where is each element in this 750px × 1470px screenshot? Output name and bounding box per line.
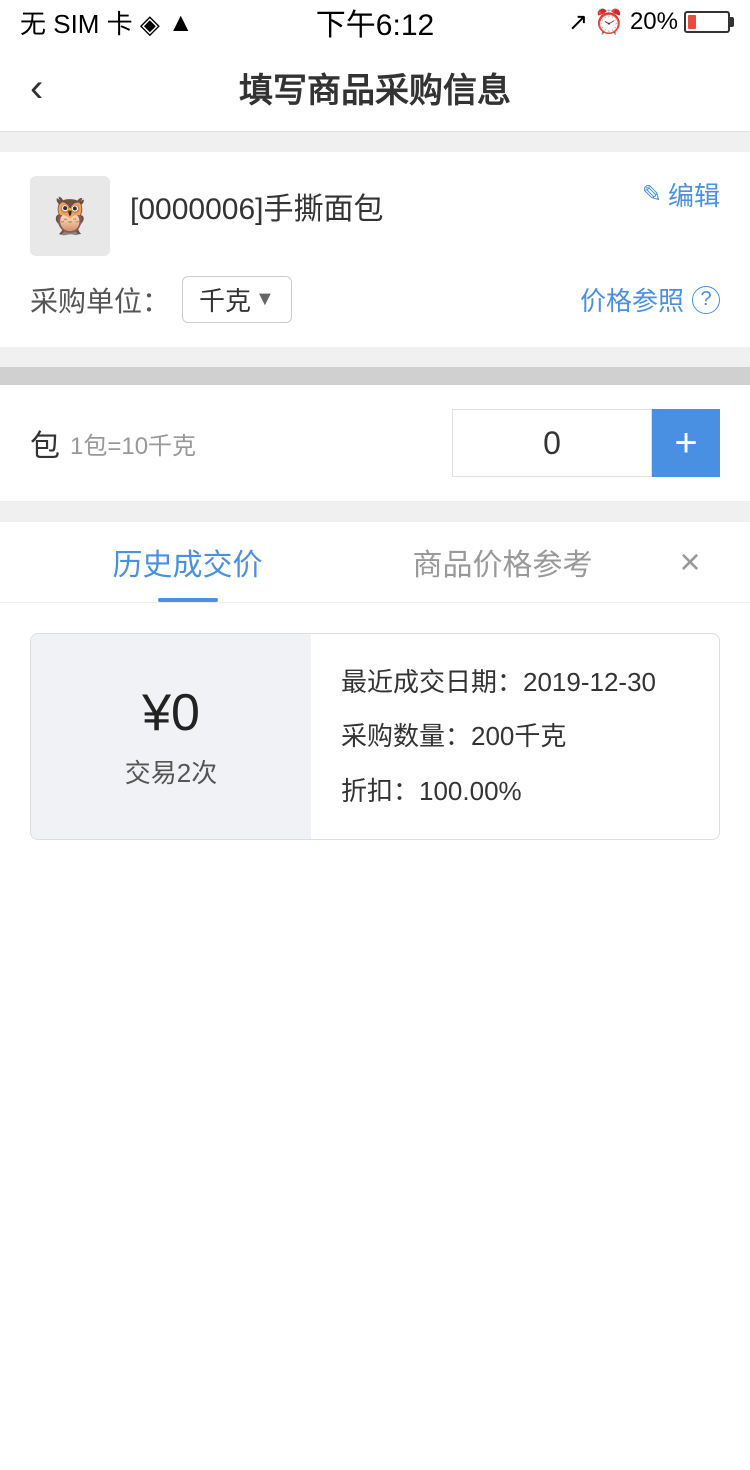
unit-label: 采购单位： <box>30 280 170 320</box>
status-time: 下午6:12 <box>316 0 434 44</box>
quantity-input[interactable] <box>452 409 652 477</box>
battery-icon <box>684 11 730 33</box>
section-divider <box>0 367 750 385</box>
quantity-detail-value: 200千克 <box>471 721 566 751</box>
wifi-icon: ▲ <box>168 7 194 38</box>
tab-product-price-ref[interactable]: 商品价格参考 <box>345 522 660 602</box>
page-title: 填写商品采购信息 <box>239 63 511 112</box>
recent-date-label: 最近成交日期： <box>341 667 523 697</box>
price-transactions: 交易2次 <box>125 753 217 790</box>
price-currency: ¥ <box>142 684 171 742</box>
back-button[interactable]: ‹ <box>30 68 43 108</box>
recent-date-row: 最近成交日期：2019-12-30 <box>341 664 689 700</box>
sim-label: 无 SIM 卡 ◈ <box>20 4 160 41</box>
help-text: ? <box>700 288 711 311</box>
price-card: ¥0 交易2次 最近成交日期：2019-12-30 采购数量：200千克 折扣：… <box>30 633 720 840</box>
discount-value: 100.00% <box>419 776 522 806</box>
unit-left: 采购单位： 千克 ▼ <box>30 276 292 323</box>
price-card-left: ¥0 交易2次 <box>31 634 311 839</box>
help-icon[interactable]: ? <box>692 286 720 314</box>
tab-section: 历史成交价 商品价格参考 × ¥0 交易2次 最近成交日期：2019-12-30… <box>0 522 750 870</box>
pkg-conversion: 1包=10千克 <box>70 426 196 461</box>
price-card-container: ¥0 交易2次 最近成交日期：2019-12-30 采购数量：200千克 折扣：… <box>0 603 750 870</box>
status-left: 无 SIM 卡 ◈ ▲ <box>20 4 194 41</box>
tab-history-price-label: 历史成交价 <box>113 540 263 584</box>
bottom-space <box>0 870 750 1470</box>
status-bar: 无 SIM 卡 ◈ ▲ 下午6:12 ↗ ⏰ 20% <box>0 0 750 44</box>
edit-icon: ✎ <box>642 180 662 209</box>
dropdown-arrow-icon: ▼ <box>255 288 275 311</box>
tab-header: 历史成交价 商品价格参考 × <box>0 522 750 603</box>
unit-value: 千克 <box>199 281 251 318</box>
unit-dropdown[interactable]: 千克 ▼ <box>182 276 292 323</box>
tab-product-price-ref-label: 商品价格参考 <box>413 540 593 584</box>
close-icon: × <box>679 541 700 583</box>
product-left: 🦉 [0000006]手撕面包 <box>30 176 383 256</box>
edit-button[interactable]: ✎ 编辑 <box>642 176 720 213</box>
product-name: [0000006]手撕面包 <box>130 176 383 228</box>
quantity-detail-label: 采购数量： <box>341 721 471 751</box>
product-thumbnail-icon: 🦉 <box>48 195 93 237</box>
unit-row: 采购单位： 千克 ▼ 价格参照 ? <box>30 276 720 323</box>
product-image: 🦉 <box>30 176 110 256</box>
quantity-controls: + <box>452 409 720 477</box>
price-ref-label: 价格参照 <box>580 281 684 318</box>
location-icon: ↗ <box>568 8 588 37</box>
discount-row: 折扣：100.00% <box>341 773 689 809</box>
discount-label: 折扣： <box>341 776 419 806</box>
price-amount: ¥0 <box>142 683 200 743</box>
quantity-plus-button[interactable]: + <box>652 409 720 477</box>
status-right: ↗ ⏰ 20% <box>568 8 730 37</box>
price-ref-button[interactable]: 价格参照 ? <box>580 281 720 318</box>
price-value: 0 <box>171 684 200 742</box>
edit-label: 编辑 <box>668 176 720 213</box>
quantity-section: 包 1包=10千克 + <box>0 385 750 502</box>
recent-date-value: 2019-12-30 <box>523 667 656 697</box>
tab-close-button[interactable]: × <box>660 522 720 602</box>
battery-percent: 20% <box>630 8 678 36</box>
quantity-row: 采购数量：200千克 <box>341 718 689 754</box>
tab-history-price[interactable]: 历史成交价 <box>30 522 345 602</box>
pkg-label: 包 <box>30 421 60 465</box>
product-section: 🦉 [0000006]手撕面包 ✎ 编辑 采购单位： 千克 ▼ 价格参照 ? <box>0 152 750 347</box>
alarm-icon: ⏰ <box>594 8 624 37</box>
price-card-right: 最近成交日期：2019-12-30 采购数量：200千克 折扣：100.00% <box>311 634 719 839</box>
quantity-label: 包 1包=10千克 <box>30 421 196 465</box>
nav-bar: ‹ 填写商品采购信息 <box>0 44 750 132</box>
product-header: 🦉 [0000006]手撕面包 ✎ 编辑 <box>30 176 720 256</box>
